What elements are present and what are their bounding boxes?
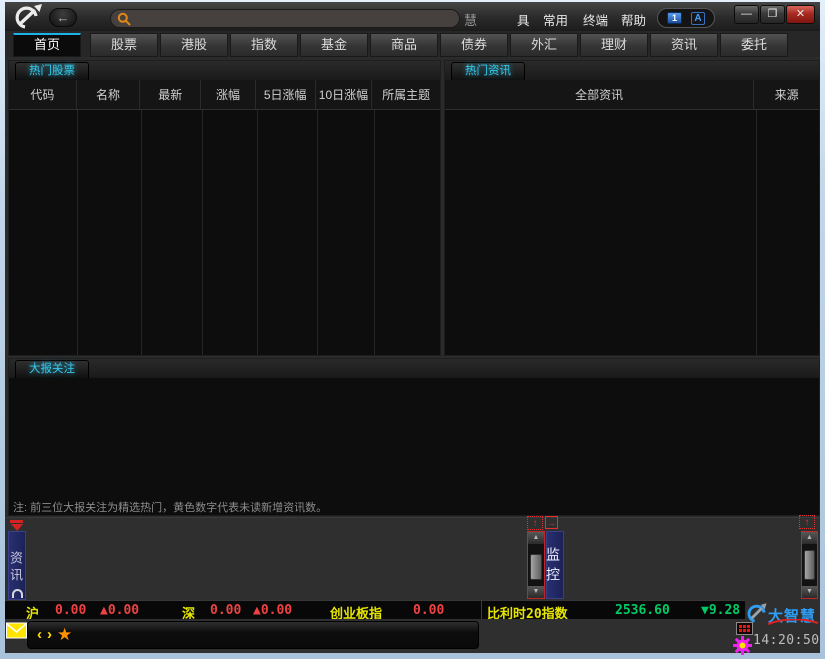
col-change5d[interactable]: 5日涨幅 [256, 80, 316, 109]
scroll-up-icon[interactable]: ▲ [802, 532, 817, 544]
news-side-strip[interactable]: 资讯 [8, 531, 26, 600]
tab-trading[interactable]: 委托 [720, 33, 788, 57]
menu-terminal[interactable]: 终端 [583, 10, 608, 29]
sz-index-value: 0.00 [210, 603, 242, 618]
favorite-star-icon[interactable]: ★ [57, 622, 72, 648]
tab-commodities[interactable]: 商品 [370, 33, 438, 57]
main-tab-bar: 首页 股票 港股 指数 基金 商品 债券 外汇 理财 资讯 委托 [5, 31, 820, 57]
col-latest[interactable]: 最新 [140, 80, 202, 109]
screen-layout-icon[interactable]: 1 [667, 12, 682, 24]
scroll-down-icon[interactable]: ▼ [802, 586, 817, 598]
marquee-next-icon[interactable]: › [47, 622, 52, 648]
expand-right-icon[interactable]: → [545, 516, 558, 529]
mail-icon[interactable] [6, 622, 27, 644]
search-input[interactable] [110, 9, 460, 28]
scrolling-message-bar[interactable]: ‹ › ★ [27, 621, 479, 649]
col-all-news[interactable]: 全部资讯 [445, 80, 755, 109]
belgium-index-value: 2536.60 [615, 603, 670, 618]
tab-news[interactable]: 资讯 [650, 33, 718, 57]
chinext-index-value: 0.00 [413, 603, 445, 618]
scroll-top-arrow-icon[interactable]: ↑ [527, 516, 543, 530]
clock: 14:20:50 [753, 633, 820, 648]
search-suffix-label: 慧 [464, 13, 478, 28]
right-scrollbar[interactable]: ▲ ▼ [801, 531, 818, 599]
column-divider [257, 110, 258, 355]
col-name[interactable]: 名称 [77, 80, 141, 109]
report-focus-note: 注: 前三位大报关注为精选热门，黄色数字代表未读新增资讯数。 [13, 502, 328, 514]
status-divider [481, 601, 482, 620]
tab-indices[interactable]: 指数 [230, 33, 298, 57]
tab-stocks[interactable]: 股票 [90, 33, 158, 57]
report-focus-panel: 大报关注 注: 前三位大报关注为精选热门，黄色数字代表未读新增资讯数。 [8, 358, 820, 516]
brand-swoosh [767, 619, 819, 625]
close-button[interactable]: ✕ [786, 5, 815, 24]
scroll-up-icon[interactable]: ▲ [528, 532, 544, 544]
news-side-strip-label: 资讯 [8, 550, 23, 585]
tab-forex[interactable]: 外汇 [510, 33, 578, 57]
index-status-bar: 沪 0.00 ▲0.00 深 0.00 ▲0.00 创业板指 0.00 比利时2… [5, 600, 745, 622]
view-toggle-group: 1 A [657, 8, 715, 28]
minimize-button[interactable]: — [734, 5, 759, 24]
maximize-button[interactable]: ❐ [760, 5, 785, 24]
partial-glyph-icon [12, 589, 23, 598]
tab-wealth[interactable]: 理财 [580, 33, 648, 57]
app-window: ← 慧 具 常用 终端 帮助 1 A — ❐ ✕ 首页 股票 港股 指数 基金 … [0, 0, 825, 659]
hot-news-header: 全部资讯 来源 [445, 80, 819, 110]
col-theme[interactable]: 所属主题 [372, 80, 440, 109]
font-size-icon[interactable]: A [691, 11, 705, 25]
scroll-thumb[interactable] [804, 550, 815, 580]
menu-common[interactable]: 常用 [543, 10, 568, 29]
tab-funds[interactable]: 基金 [300, 33, 368, 57]
sh-index-change: ▲0.00 [100, 603, 140, 618]
col-change[interactable]: 涨幅 [201, 80, 256, 109]
menu-help[interactable]: 帮助 [621, 10, 646, 29]
col-code[interactable]: 代码 [9, 80, 77, 109]
column-divider [374, 110, 375, 355]
menu-tools[interactable]: 具 [517, 10, 530, 29]
report-focus-strip [9, 359, 819, 378]
hot-news-panel: 热门资讯 全部资讯 来源 [444, 60, 820, 356]
search-icon [117, 12, 131, 26]
column-divider [141, 110, 142, 355]
lower-strip [5, 517, 820, 600]
tab-hk-stocks[interactable]: 港股 [160, 33, 228, 57]
scroll-down-icon[interactable]: ▼ [528, 586, 544, 598]
col-change10d[interactable]: 10日涨幅 [316, 80, 373, 109]
column-divider [77, 110, 78, 355]
back-button[interactable]: ← [49, 8, 77, 27]
tab-hot-stocks[interactable]: 热门股票 [15, 62, 89, 80]
tab-bonds[interactable]: 债券 [440, 33, 508, 57]
belgium-index-change: ▼9.28 [701, 603, 741, 618]
tab-report-focus[interactable]: 大报关注 [15, 360, 89, 378]
ticker-board-icon[interactable] [736, 622, 753, 635]
sz-index-change: ▲0.00 [253, 603, 293, 618]
monitor-side-strip-label: 监控 [545, 546, 561, 587]
scroll-top-arrow-icon[interactable]: ↑ [799, 515, 815, 529]
monitor-side-strip[interactable]: 监控 [545, 531, 564, 599]
filter-funnel-icon[interactable] [10, 520, 23, 531]
column-divider [202, 110, 203, 355]
settings-gear-icon[interactable] [733, 636, 752, 659]
sh-index-value: 0.00 [55, 603, 87, 618]
hot-stocks-panel: 热门股票 代码 名称 最新 涨幅 5日涨幅 10日涨幅 所属主题 [8, 60, 441, 356]
col-source[interactable]: 来源 [754, 80, 819, 109]
marquee-prev-icon[interactable]: ‹ [37, 622, 42, 648]
hot-stocks-header: 代码 名称 最新 涨幅 5日涨幅 10日涨幅 所属主题 [9, 80, 440, 110]
column-divider [756, 110, 757, 355]
tab-hot-news[interactable]: 热门资讯 [451, 62, 525, 80]
tab-home[interactable]: 首页 [13, 33, 81, 57]
scroll-thumb[interactable] [530, 554, 542, 580]
column-divider [317, 110, 318, 355]
